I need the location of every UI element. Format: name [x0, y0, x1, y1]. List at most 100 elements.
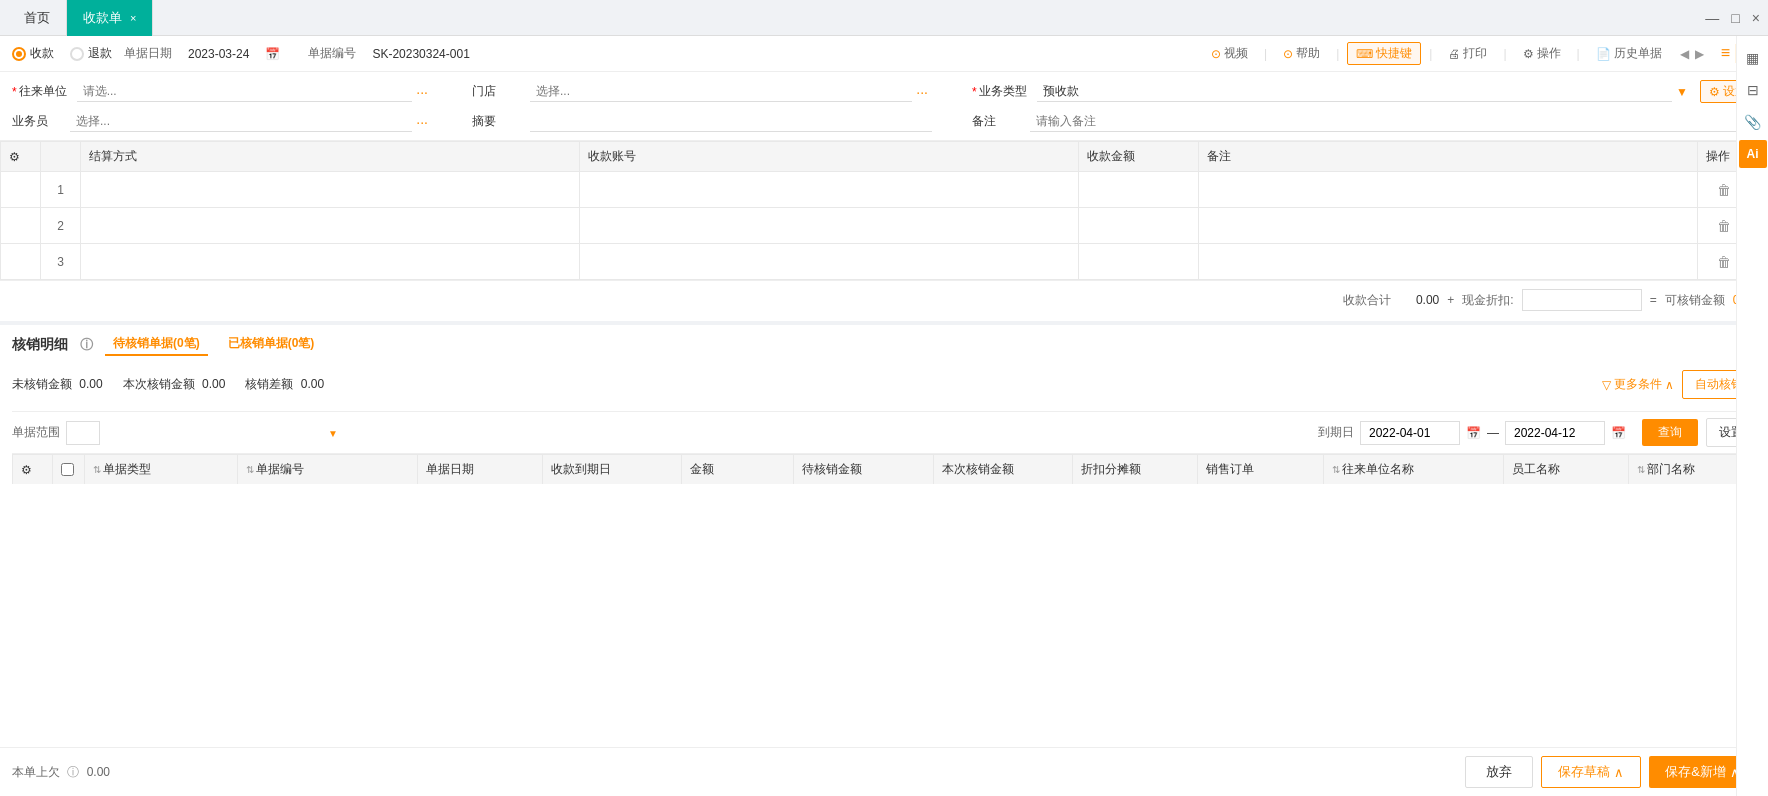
draft-btn[interactable]: 保存草稿 ∧	[1541, 756, 1641, 788]
print-btn[interactable]: 🖨 打印	[1440, 43, 1495, 64]
summary-input[interactable]	[530, 111, 932, 132]
amount-header: 收款金额	[1079, 142, 1199, 172]
pending-tab[interactable]: 待核销单据(0笔)	[105, 333, 208, 356]
next-arrow[interactable]: ▶	[1693, 47, 1706, 61]
video-icon: ⊙	[1211, 47, 1221, 61]
delete-row-2-icon[interactable]: 🗑	[1717, 218, 1731, 234]
verify-table-header: ⚙ ⇅ 单据类型 ⇅ 单据编号 单据日期 收款到期日 金额 待核销金额 本次核销…	[12, 454, 1756, 484]
biz-type-input[interactable]	[1037, 81, 1672, 102]
staff-input[interactable]	[70, 111, 412, 132]
verify-th-current: 本次核销金额	[934, 455, 1073, 484]
note-input-2[interactable]	[1199, 208, 1697, 243]
tab-close-icon[interactable]: ×	[130, 12, 136, 24]
verify-th-checkbox[interactable]	[53, 455, 85, 484]
verify-th-discount: 折扣分摊额	[1073, 455, 1199, 484]
radio-receipt-circle	[12, 47, 26, 61]
amount-input-2[interactable]	[1079, 208, 1198, 243]
verify-th-gear[interactable]: ⚙	[13, 455, 53, 484]
delete-row-3-icon[interactable]: 🗑	[1717, 254, 1731, 270]
range-select[interactable]	[66, 421, 100, 445]
settlement-input-1[interactable]	[81, 172, 579, 207]
receipt-table-section: ⚙ 结算方式 收款账号 收款金额 备注 操作	[0, 141, 1768, 321]
verify-th-pending: 待核销金额	[794, 455, 933, 484]
account-input-3[interactable]	[580, 244, 1078, 279]
delete-row-1-icon[interactable]: 🗑	[1717, 182, 1731, 198]
video-btn[interactable]: ⊙ 视频	[1203, 43, 1256, 64]
note-input-1[interactable]	[1199, 172, 1697, 207]
settlement-input-2[interactable]	[81, 208, 579, 243]
abandon-btn[interactable]: 放弃	[1465, 756, 1533, 788]
maximize-button[interactable]: □	[1731, 10, 1739, 26]
amount-input-1[interactable]	[1079, 172, 1198, 207]
date-to-input[interactable]	[1505, 421, 1605, 445]
due-date-label: 到期日	[1318, 424, 1354, 441]
note-input[interactable]	[1030, 111, 1756, 132]
prev-value: 0.00	[87, 765, 110, 779]
date-from-cal-icon[interactable]: 📅	[1466, 426, 1481, 440]
info-icon: ⓘ	[67, 765, 79, 779]
equals-sign: =	[1650, 293, 1657, 307]
radio-refund[interactable]: 退款	[70, 45, 112, 62]
sidebar-ai-icon[interactable]: Ai	[1739, 140, 1767, 168]
note-label: 备注	[972, 113, 1022, 130]
table-row: 1 🗑 ⊕	[1, 172, 1768, 208]
amount-input-3[interactable]	[1079, 244, 1198, 279]
partner-input[interactable]	[77, 81, 413, 102]
tab-receipt[interactable]: 收款单 ×	[67, 0, 153, 36]
range-select-wrapper	[66, 421, 346, 445]
query-btn[interactable]: 查询	[1642, 419, 1698, 446]
store-more-btn[interactable]: ···	[912, 84, 932, 100]
history-icon: 📄	[1596, 47, 1611, 61]
tab-bar: 首页 收款单 × — □ ×	[0, 0, 1768, 36]
verify-info-icon[interactable]: ⓘ	[80, 336, 93, 354]
sidebar-layout-icon[interactable]: ⊟	[1739, 76, 1767, 104]
list-view-btn[interactable]: ≡	[1718, 44, 1733, 63]
account-header: 收款账号	[580, 142, 1079, 172]
store-input[interactable]	[530, 81, 912, 102]
account-input-1[interactable]	[580, 172, 1078, 207]
discount-input[interactable]	[1522, 289, 1642, 311]
close-button[interactable]: ×	[1752, 10, 1760, 26]
print-icon: 🖨	[1448, 47, 1460, 61]
settlement-input-3[interactable]	[81, 244, 579, 279]
tab-home[interactable]: 首页	[8, 0, 67, 36]
partner-more-btn[interactable]: ···	[412, 84, 432, 100]
filter-row: 单据范围 到期日 📅 — 📅 查询 设置	[12, 411, 1756, 454]
verify-stats: 未核销金额 0.00 本次核销金额 0.00 核销差额 0.00 ▽ 更多条件 …	[12, 364, 1756, 405]
partner-label: 往来单位	[19, 83, 69, 100]
staff-more-btn[interactable]: ···	[412, 114, 432, 130]
shortcut-btn[interactable]: ⌨ 快捷键	[1347, 42, 1421, 65]
receipt-table: ⚙ 结算方式 收款账号 收款金额 备注 操作	[0, 141, 1768, 280]
done-tab[interactable]: 已核销单据(0笔)	[220, 333, 323, 356]
operations-icon: ⚙	[1523, 47, 1534, 61]
table-gear-header[interactable]: ⚙	[1, 142, 41, 172]
verify-th-sales-order: 销售订单	[1198, 455, 1324, 484]
draft-dropdown-icon[interactable]: ∧	[1614, 765, 1624, 780]
sidebar-attach-icon[interactable]: 📎	[1739, 108, 1767, 136]
main-container: 收款 退款 单据日期 2023-03-24 📅 单据编号 SK-20230324…	[0, 36, 1768, 796]
date-picker-icon[interactable]: 📅	[265, 47, 280, 61]
toolbar-row: 收款 退款 单据日期 2023-03-24 📅 单据编号 SK-20230324…	[0, 36, 1768, 72]
biz-type-dropdown-icon[interactable]: ▼	[1672, 85, 1692, 99]
date-to-cal-icon[interactable]: 📅	[1611, 426, 1626, 440]
plus-sign: +	[1447, 293, 1454, 307]
history-btn[interactable]: 📄 历史单据	[1588, 43, 1670, 64]
operations-btn[interactable]: ⚙ 操作	[1515, 43, 1569, 64]
verify-th-type: ⇅ 单据类型	[85, 455, 238, 484]
help-btn[interactable]: ⊙ 帮助	[1275, 43, 1328, 64]
note-field: 备注	[972, 111, 1756, 132]
filter-icon: ▽	[1602, 378, 1611, 392]
note-input-3[interactable]	[1199, 244, 1697, 279]
chevron-up-icon: ∧	[1665, 378, 1674, 392]
date-from-input[interactable]	[1360, 421, 1460, 445]
sidebar-table-icon[interactable]: ▦	[1739, 44, 1767, 72]
date-range-filter: 到期日 📅 — 📅	[1318, 421, 1626, 445]
select-all-checkbox[interactable]	[61, 463, 74, 476]
date-label: 单据日期	[124, 45, 172, 62]
radio-receipt[interactable]: 收款	[12, 45, 54, 62]
minimize-button[interactable]: —	[1705, 10, 1719, 26]
more-conditions-btn[interactable]: ▽ 更多条件 ∧	[1602, 376, 1674, 393]
date-value: 2023-03-24	[188, 47, 249, 61]
account-input-2[interactable]	[580, 208, 1078, 243]
prev-arrow[interactable]: ◀	[1678, 47, 1691, 61]
